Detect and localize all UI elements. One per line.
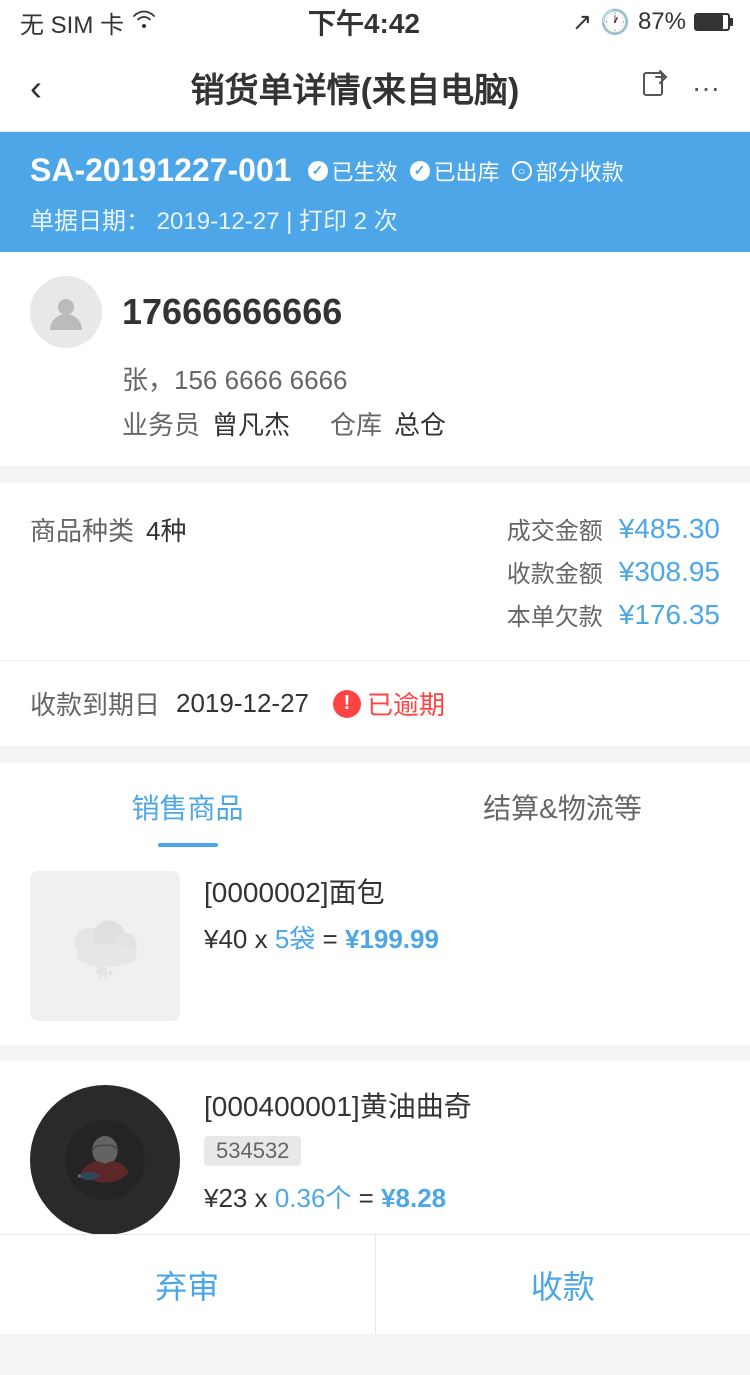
location-icon: ↗ bbox=[572, 8, 592, 37]
badge-effective: ✓ 已生效 bbox=[308, 155, 398, 187]
product-name-2: [000400001]黄油曲奇 bbox=[204, 1085, 720, 1125]
customer-section: 17666666666 张，156 6666 6666 业务员 曾凡杰 仓库 总… bbox=[0, 252, 750, 467]
product-type-summary: 商品种类 4种 bbox=[30, 511, 186, 548]
product-info-2: [000400001]黄油曲奇 534532 ¥23 x 0.36个 = ¥8.… bbox=[204, 1085, 720, 1215]
back-button[interactable]: ‹ bbox=[30, 67, 90, 109]
more-button[interactable]: ··· bbox=[692, 72, 720, 104]
warehouse-info: 仓库 总仓 bbox=[330, 405, 446, 442]
list-item: [000400001]黄油曲奇 534532 ¥23 x 0.36个 = ¥8.… bbox=[0, 1061, 750, 1259]
avatar bbox=[30, 276, 102, 348]
order-id: SA-20191227-001 bbox=[30, 152, 292, 189]
order-date-info: 单据日期： 2019-12-27 | 打印 2 次 bbox=[30, 201, 720, 236]
nav-bar: ‹ 销货单详情(来自电脑) ··· bbox=[0, 44, 750, 132]
carrier-label: 无 SIM 卡 bbox=[20, 5, 124, 40]
amount-summary: 成交金额 ¥485.30 收款金额 ¥308.95 本单欠款 ¥176.35 bbox=[507, 511, 720, 632]
check-icon: ✓ bbox=[308, 161, 328, 181]
status-badges: ✓ 已生效 ✓ 已出库 ○ 部分收款 bbox=[308, 155, 624, 187]
status-bar: 无 SIM 卡 下午4:42 ↗ 🕐 87% bbox=[0, 0, 750, 44]
overdue-icon: ! bbox=[333, 690, 361, 718]
battery-label: 87% bbox=[638, 8, 686, 36]
sales-info: 业务员 曾凡杰 bbox=[122, 405, 290, 442]
due-section: 收款到期日 2019-12-27 ! 已逾期 bbox=[0, 661, 750, 747]
customer-meta: 业务员 曾凡杰 仓库 总仓 bbox=[122, 405, 720, 442]
summary-section: 商品种类 4种 成交金额 ¥485.30 收款金额 ¥308.95 本单欠款 ¥… bbox=[0, 483, 750, 661]
badge-shipped: ✓ 已出库 bbox=[410, 155, 500, 187]
customer-contact: 张，156 6666 6666 bbox=[122, 360, 720, 397]
product-price-2: ¥23 x 0.36个 = ¥8.28 bbox=[204, 1178, 720, 1215]
clock-icon: ○ bbox=[512, 161, 532, 181]
tab-bar: 销售商品 结算&物流等 bbox=[0, 763, 750, 847]
badge-partial: ○ 部分收款 bbox=[512, 155, 624, 187]
overdue-badge: ! 已逾期 bbox=[333, 685, 445, 722]
bottom-bar: 弃审 收款 bbox=[0, 1234, 750, 1334]
product-image-2 bbox=[30, 1085, 180, 1235]
product-name-1: [0000002]面包 bbox=[204, 871, 720, 911]
product-image-1: 鸮+ bbox=[30, 871, 180, 1021]
owed-row: 本单欠款 ¥176.35 bbox=[507, 597, 720, 632]
product-price-1: ¥40 x 5袋 = ¥199.99 bbox=[204, 919, 720, 956]
list-item: 鸮+ [0000002]面包 ¥40 x 5袋 = ¥199.99 bbox=[0, 847, 750, 1045]
collect-payment-button[interactable]: 收款 bbox=[376, 1235, 750, 1334]
nav-actions: ··· bbox=[620, 69, 720, 106]
tab-sales-products[interactable]: 销售商品 bbox=[0, 763, 375, 847]
product-info-1: [0000002]面包 ¥40 x 5袋 = ¥199.99 bbox=[204, 871, 720, 956]
product-sku-2: 534532 bbox=[204, 1136, 301, 1166]
collected-row: 收款金额 ¥308.95 bbox=[507, 554, 720, 589]
time-label: 下午4:42 bbox=[308, 2, 420, 42]
page-title: 销货单详情(来自电脑) bbox=[90, 63, 620, 112]
svg-text:鸮+: 鸮+ bbox=[96, 965, 114, 979]
products-list: 鸮+ [0000002]面包 ¥40 x 5袋 = ¥199.99 bbox=[0, 847, 750, 1259]
overdue-text: 已逾期 bbox=[367, 685, 445, 722]
share-button[interactable] bbox=[642, 69, 672, 106]
battery-icon bbox=[694, 13, 730, 31]
cancel-audit-button[interactable]: 弃审 bbox=[0, 1235, 376, 1334]
customer-id: 17666666666 bbox=[122, 291, 342, 333]
wifi-icon bbox=[132, 10, 156, 34]
check-icon2: ✓ bbox=[410, 161, 430, 181]
alarm-icon: 🕐 bbox=[600, 8, 630, 37]
header-banner: SA-20191227-001 ✓ 已生效 ✓ 已出库 ○ 部分收款 单据日期：… bbox=[0, 132, 750, 252]
tabs-section: 销售商品 结算&物流等 bbox=[0, 747, 750, 847]
tab-settlement[interactable]: 结算&物流等 bbox=[375, 763, 750, 847]
amount-row: 成交金额 ¥485.30 bbox=[507, 511, 720, 546]
